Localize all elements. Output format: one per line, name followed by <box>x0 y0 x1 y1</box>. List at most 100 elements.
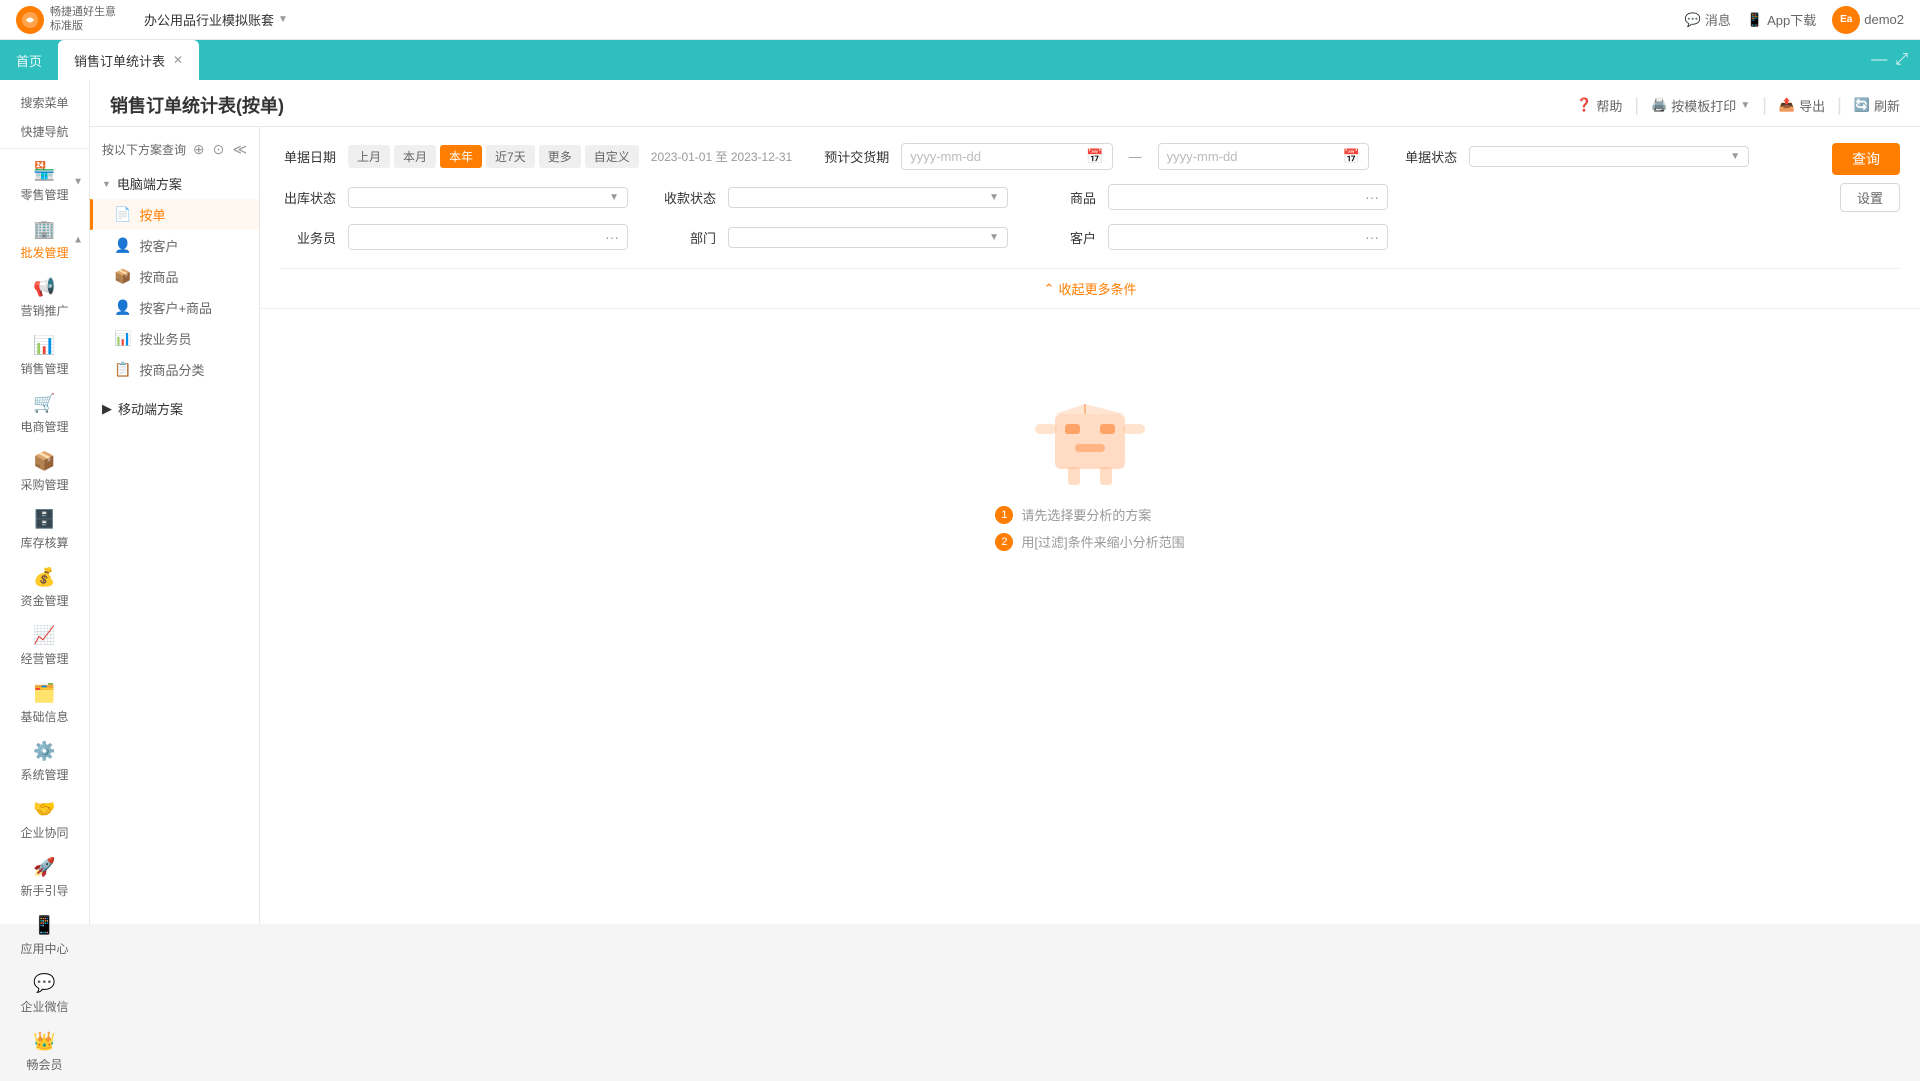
active-indicator <box>90 199 93 230</box>
sidebar-item-finance[interactable]: 💰 资金管理 <box>0 559 89 617</box>
dropdown-arrow-icon: ▼ <box>1740 100 1750 111</box>
sidebar-item-marketing[interactable]: 📢 营销推广 <box>0 269 89 327</box>
sidebar-item-guide[interactable]: 🚀 新手引导 <box>0 849 89 907</box>
ecommerce-icon: 🛒 <box>33 393 55 414</box>
finance-icon: 💰 <box>33 567 55 588</box>
more-icon[interactable]: ··· <box>605 229 619 245</box>
mobile-icon: 📱 <box>1747 12 1763 28</box>
workspace-selector[interactable]: 办公用品行业模拟账套 ▼ <box>144 10 288 29</box>
payment-status-label: 收款状态 <box>660 188 716 207</box>
delivery-status-select[interactable]: ▼ <box>348 187 628 208</box>
sidebar-item-wechat[interactable]: 💬 企业微信 <box>0 965 89 1023</box>
help-button[interactable]: ❓ 帮助 <box>1576 96 1622 115</box>
sidebar-item-sales[interactable]: 📊 销售管理 <box>0 327 89 385</box>
tab-home[interactable]: 首页 <box>0 40 58 80</box>
member-icon: 👑 <box>33 1031 55 1052</box>
shortcut-nav-label[interactable]: 快捷导航 <box>0 117 89 149</box>
bill-status-select[interactable]: ▼ <box>1469 146 1749 167</box>
tab-sales-stat[interactable]: 销售订单统计表 ✕ <box>58 40 199 80</box>
user-area[interactable]: Ea demo2 <box>1832 6 1904 34</box>
payment-status-select[interactable]: ▼ <box>728 187 1008 208</box>
sidebar-item-purchase[interactable]: 📦 采购管理 <box>0 443 89 501</box>
maximize-icon[interactable]: ⤢ <box>1895 51 1908 69</box>
goods-selector[interactable]: ··· <box>1108 184 1388 210</box>
sidebar-item-management[interactable]: 📈 经营管理 <box>0 617 89 675</box>
scheme-by-goods[interactable]: 📦 按商品 <box>90 261 259 292</box>
search-menu-label[interactable]: 搜索菜单 <box>0 88 89 117</box>
salesperson-label: 业务员 <box>280 228 336 247</box>
customer-selector[interactable]: ··· <box>1108 224 1388 250</box>
tab-close-icon[interactable]: ✕ <box>173 53 183 67</box>
calendar-end-icon[interactable]: 📅 <box>1343 148 1360 165</box>
scheme-by-goods-category[interactable]: 📋 按商品分类 <box>90 354 259 385</box>
scheme-by-customer-goods[interactable]: 👤 按客户+商品 <box>90 292 259 323</box>
minimize-icon[interactable]: — <box>1871 51 1887 69</box>
add-scheme-icon[interactable]: ⊕ <box>193 141 205 158</box>
scheme-by-order[interactable]: 📄 按单 <box>90 199 259 230</box>
filter-fields: 单据日期 上月 本月 本年 近7天 更多 自定义 2023-01-01 至 20… <box>280 143 1820 264</box>
export-button[interactable]: 📤 导出 <box>1779 96 1825 115</box>
date-separator: — <box>1125 149 1146 164</box>
expected-date-end-input[interactable]: 📅 <box>1158 143 1369 170</box>
filter-row-3: 业务员 ··· 部门 ▼ 客户 <box>280 224 1820 250</box>
tab-bar: 首页 销售订单统计表 ✕ — ⤢ <box>0 40 1920 80</box>
expected-date-start-input[interactable]: 📅 <box>901 143 1112 170</box>
date-quick-btns: 上月 本月 本年 近7天 更多 自定义 <box>348 145 639 168</box>
sidebar-item-ecommerce[interactable]: 🛒 电商管理 <box>0 385 89 443</box>
date-btn-custom[interactable]: 自定义 <box>585 145 639 168</box>
edit-scheme-icon[interactable]: ⊙ <box>213 141 225 158</box>
sidebar-item-collab[interactable]: 🤝 企业协同 <box>0 791 89 849</box>
person-box-icon: 👤 <box>114 299 131 316</box>
logo-area: 畅捷通好生意 标准版 <box>16 6 116 34</box>
scheme-by-customer[interactable]: 👤 按客户 <box>90 230 259 261</box>
sales-icon: 📊 <box>33 335 55 356</box>
date-btn-this-month[interactable]: 本月 <box>394 145 436 168</box>
page-title: 销售订单统计表(按单) <box>110 92 284 118</box>
date-btn-more[interactable]: 更多 <box>539 145 581 168</box>
sidebar-item-system[interactable]: ⚙️ 系统管理 <box>0 733 89 791</box>
content-area: 销售订单统计表(按单) ❓ 帮助 | 🖨️ 按模板打印 ▼ | 📤 <box>90 80 1920 924</box>
printer-icon: 🖨️ <box>1651 97 1667 113</box>
sidebar-item-wholesale[interactable]: 🏢 批发管理 ▲ <box>0 211 89 269</box>
query-button[interactable]: 查询 <box>1832 143 1900 175</box>
sub-sidebar-title: 按以下方案查询 <box>102 141 186 158</box>
more-icon[interactable]: ··· <box>1365 189 1379 205</box>
table-icon: 📋 <box>114 361 131 378</box>
salesperson-selector[interactable]: ··· <box>348 224 628 250</box>
empty-tip-2: 2 用[过滤]条件来缩小分析范围 <box>995 532 1184 551</box>
date-btn-this-year[interactable]: 本年 <box>440 145 482 168</box>
scheme-by-salesperson[interactable]: 📊 按业务员 <box>90 323 259 354</box>
sidebar-item-inventory[interactable]: 🗄️ 库存核算 <box>0 501 89 559</box>
sidebar-item-basic[interactable]: 🗂️ 基础信息 <box>0 675 89 733</box>
date-btn-7days[interactable]: 近7天 <box>486 145 535 168</box>
tab-bar-actions: — ⤢ <box>1871 51 1920 69</box>
right-content: 1 请先选择要分析的方案 2 用[过滤]条件来缩小分析范围 <box>260 309 1920 924</box>
chart-bar-icon: 📊 <box>114 330 131 347</box>
top-bar: 畅捷通好生意 标准版 办公用品行业模拟账套 ▼ 💬 消息 📱 App下载 Ea … <box>0 0 1920 40</box>
message-action[interactable]: 💬 消息 <box>1685 10 1731 29</box>
department-select[interactable]: ▼ <box>728 227 1008 248</box>
settings-button[interactable]: 设置 <box>1840 183 1900 212</box>
refresh-icon: 🔄 <box>1854 97 1870 113</box>
date-end-field[interactable] <box>1167 149 1343 164</box>
person-icon: 👤 <box>114 237 131 254</box>
pc-section-title[interactable]: ▼ 电脑端方案 <box>90 168 259 199</box>
wholesale-icon: 🏢 <box>33 219 55 240</box>
page-header-top: 销售订单统计表(按单) ❓ 帮助 | 🖨️ 按模板打印 ▼ | 📤 <box>110 92 1900 118</box>
more-icon[interactable]: ··· <box>1365 229 1379 245</box>
mobile-section-title[interactable]: ▶ 移动端方案 <box>102 393 247 424</box>
sidebar-item-appcenter[interactable]: 📱 应用中心 <box>0 907 89 965</box>
sidebar-item-member[interactable]: 👑 畅会员 <box>0 1023 89 1081</box>
tip-number-1: 1 <box>995 506 1013 524</box>
sidebar-item-retail[interactable]: 🏪 零售管理 ▼ <box>0 153 89 211</box>
app-download-action[interactable]: 📱 App下载 <box>1747 10 1816 29</box>
dropdown-arrow-icon: ▼ <box>1730 151 1740 162</box>
calendar-icon[interactable]: 📅 <box>1086 148 1103 165</box>
refresh-button[interactable]: 🔄 刷新 <box>1854 96 1900 115</box>
print-template-button[interactable]: 🖨️ 按模板打印 ▼ <box>1651 96 1750 115</box>
chevron-icon: ▲ <box>73 235 83 246</box>
collapse-scheme-icon[interactable]: ≪ <box>232 141 247 158</box>
collapse-bar[interactable]: ⌃ 收起更多条件 <box>280 268 1900 308</box>
date-start-field[interactable] <box>910 149 1086 164</box>
date-btn-last-month[interactable]: 上月 <box>348 145 390 168</box>
